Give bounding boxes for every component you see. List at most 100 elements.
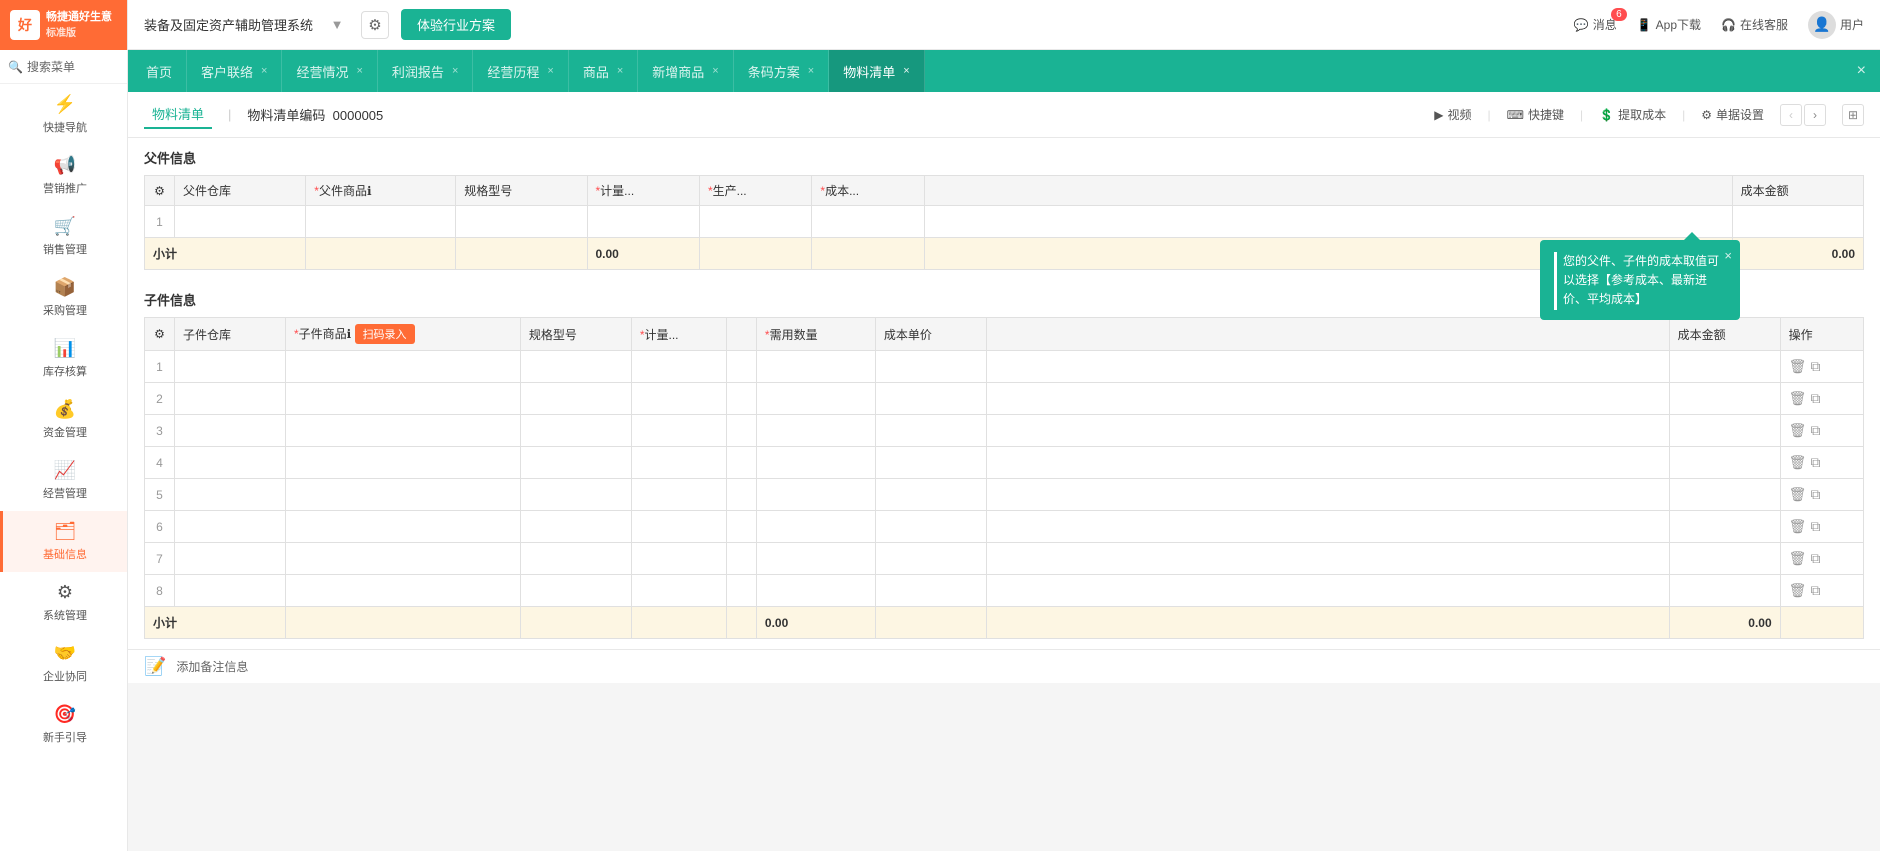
tab-operation-close[interactable]: × xyxy=(356,65,362,77)
parent-row-produce[interactable] xyxy=(699,206,811,238)
child-col-amount: 成本金额 xyxy=(1669,318,1780,351)
tab-barcode[interactable]: 条码方案 × xyxy=(734,50,829,92)
prev-arrow[interactable]: ‹ xyxy=(1780,104,1802,126)
scan-button[interactable]: 扫码录入 xyxy=(355,324,415,344)
tooltip-close[interactable]: × xyxy=(1724,246,1732,267)
delete-icon-2[interactable]: 🗑 xyxy=(1789,390,1807,407)
parent-row-warehouse[interactable] xyxy=(175,206,306,238)
cost-action[interactable]: 💲 提取成本 xyxy=(1599,106,1666,123)
parent-row-spacer xyxy=(924,206,1732,238)
copy-icon-5[interactable]: ⧉ xyxy=(1810,486,1820,503)
child-product-1[interactable] xyxy=(285,351,520,383)
copy-icon-6[interactable]: ⧉ xyxy=(1810,518,1820,535)
video-label: 视频 xyxy=(1448,106,1472,123)
topbar: 装备及固定资产辅助管理系统 ▼ ⚙ 体验行业方案 💬 消息 6 📱 App下载 … xyxy=(128,0,1880,50)
app-download-button[interactable]: 📱 App下载 xyxy=(1637,16,1701,33)
delete-icon-7[interactable]: 🗑 xyxy=(1789,550,1807,567)
trial-button[interactable]: 体验行业方案 xyxy=(401,9,511,40)
parent-col-settings: ⚙ xyxy=(145,176,175,206)
sub-tab-bom-label: 物料清单 xyxy=(152,107,204,122)
child-uprice-1[interactable] xyxy=(875,351,986,383)
sidebar-item-marketing[interactable]: 📢 营销推广 xyxy=(0,145,127,206)
user-menu[interactable]: 👤 用户 xyxy=(1808,11,1864,39)
parent-row-spec[interactable] xyxy=(456,206,587,238)
sidebar-item-quicknav[interactable]: ⚡ 快捷导航 xyxy=(0,84,127,145)
delete-icon-5[interactable]: 🗑 xyxy=(1789,486,1807,503)
sidebar-item-system[interactable]: ⚙ 系统管理 xyxy=(0,572,127,633)
copy-icon-7[interactable]: ⧉ xyxy=(1810,550,1820,567)
copy-icon-1[interactable]: ⧉ xyxy=(1810,358,1820,375)
copy-icon-4[interactable]: ⧉ xyxy=(1810,454,1820,471)
tab-customer-close[interactable]: × xyxy=(261,65,267,77)
system-dropdown[interactable]: ▼ xyxy=(325,13,349,37)
child-product-2[interactable] xyxy=(285,383,520,415)
child-actions-4: 🗑 ⧉ xyxy=(1780,447,1863,479)
parent-table-header: ⚙ 父件仓库 *父件商品ℹ 规格型号 *计量... *生产... *成本... … xyxy=(145,176,1864,206)
tab-new-goods[interactable]: 新增商品 × xyxy=(638,50,733,92)
tab-home[interactable]: 首页 xyxy=(132,50,187,92)
copy-icon-2[interactable]: ⧉ xyxy=(1810,390,1820,407)
bill-code-label: 物料清单编码 0000005 xyxy=(247,105,383,124)
inventory-icon: 📊 xyxy=(54,338,76,359)
sidebar-item-collab[interactable]: 🤝 企业协同 xyxy=(0,633,127,694)
child-row-6: 6 🗑 ⧉ xyxy=(145,511,1864,543)
tab-bom[interactable]: 物料清单 × xyxy=(829,50,924,92)
parent-row-unit[interactable] xyxy=(587,206,699,238)
single-setting-action[interactable]: ⚙ 单据设置 xyxy=(1701,106,1764,123)
delete-icon-8[interactable]: 🗑 xyxy=(1789,582,1807,599)
tab-profit[interactable]: 利润报告 × xyxy=(378,50,473,92)
child-qty-2[interactable] xyxy=(756,383,875,415)
sidebar-item-sales[interactable]: 🛒 销售管理 xyxy=(0,206,127,267)
child-qty-1[interactable] xyxy=(756,351,875,383)
delete-icon-1[interactable]: 🗑 xyxy=(1789,358,1807,375)
parent-row-product[interactable] xyxy=(306,206,456,238)
child-row-num-1: 1 xyxy=(145,351,175,383)
grid-view-button[interactable]: ⊞ xyxy=(1842,104,1864,126)
child-spec-1[interactable] xyxy=(520,351,631,383)
tab-customer[interactable]: 客户联络 × xyxy=(187,50,282,92)
delete-icon-4[interactable]: 🗑 xyxy=(1789,454,1807,471)
delete-icon-6[interactable]: 🗑 xyxy=(1789,518,1807,535)
next-arrow[interactable]: › xyxy=(1804,104,1826,126)
tab-goods-close[interactable]: × xyxy=(617,65,623,77)
search-menu-item[interactable]: 🔍 搜索菜单 xyxy=(0,50,127,84)
online-service-button[interactable]: 🎧 在线客服 xyxy=(1721,16,1788,33)
note-icon: 📝 xyxy=(144,656,166,677)
child-unit-1[interactable] xyxy=(631,351,726,383)
sidebar-item-basic[interactable]: 🗂 基础信息 xyxy=(0,511,127,572)
video-action[interactable]: ▶ 视频 xyxy=(1434,106,1471,123)
tab-history-close[interactable]: × xyxy=(547,65,553,77)
tab-operation[interactable]: 经营情况 × xyxy=(282,50,377,92)
tab-profit-close[interactable]: × xyxy=(452,65,458,77)
tab-barcode-close[interactable]: × xyxy=(808,65,814,77)
sidebar-item-inventory[interactable]: 📊 库存核算 xyxy=(0,328,127,389)
shortcut-action[interactable]: ⌨ 快捷键 xyxy=(1507,106,1564,123)
tab-goods[interactable]: 商品 × xyxy=(569,50,638,92)
sub-tab-bom[interactable]: 物料清单 xyxy=(144,100,212,129)
child-warehouse-1[interactable] xyxy=(175,351,286,383)
sidebar-item-purchase[interactable]: 📦 采购管理 xyxy=(0,267,127,328)
settings-gear[interactable]: ⚙ xyxy=(361,11,389,39)
close-all-tabs[interactable]: × xyxy=(1847,62,1876,80)
parent-subtotal-c3 xyxy=(699,238,811,270)
message-button[interactable]: 💬 消息 6 xyxy=(1574,16,1617,33)
download-label: App下载 xyxy=(1656,16,1701,33)
child-unit-2[interactable] xyxy=(631,383,726,415)
sidebar-item-guide[interactable]: 🎯 新手引导 xyxy=(0,694,127,755)
parent-col-spec: 规格型号 xyxy=(456,176,587,206)
child-spec-2[interactable] xyxy=(520,383,631,415)
delete-icon-3[interactable]: 🗑 xyxy=(1789,422,1807,439)
parent-row-cost[interactable] xyxy=(812,206,924,238)
tab-history[interactable]: 经营历程 × xyxy=(473,50,568,92)
child-warehouse-2[interactable] xyxy=(175,383,286,415)
child-uprice-2[interactable] xyxy=(875,383,986,415)
copy-icon-8[interactable]: ⧉ xyxy=(1810,582,1820,599)
tab-bom-label: 物料清单 xyxy=(843,62,895,81)
content-area: 父件信息 ⚙ 父件仓库 *父件商品ℹ 规格型号 *计量... *生产... *成… xyxy=(128,138,1880,683)
tab-bom-close[interactable]: × xyxy=(903,65,909,77)
shortcut-label: 快捷键 xyxy=(1528,106,1564,123)
copy-icon-3[interactable]: ⧉ xyxy=(1810,422,1820,439)
sidebar-item-finance[interactable]: 💰 资金管理 xyxy=(0,389,127,450)
tab-new-goods-close[interactable]: × xyxy=(712,65,718,77)
sidebar-item-operation[interactable]: 📈 经营管理 xyxy=(0,450,127,511)
